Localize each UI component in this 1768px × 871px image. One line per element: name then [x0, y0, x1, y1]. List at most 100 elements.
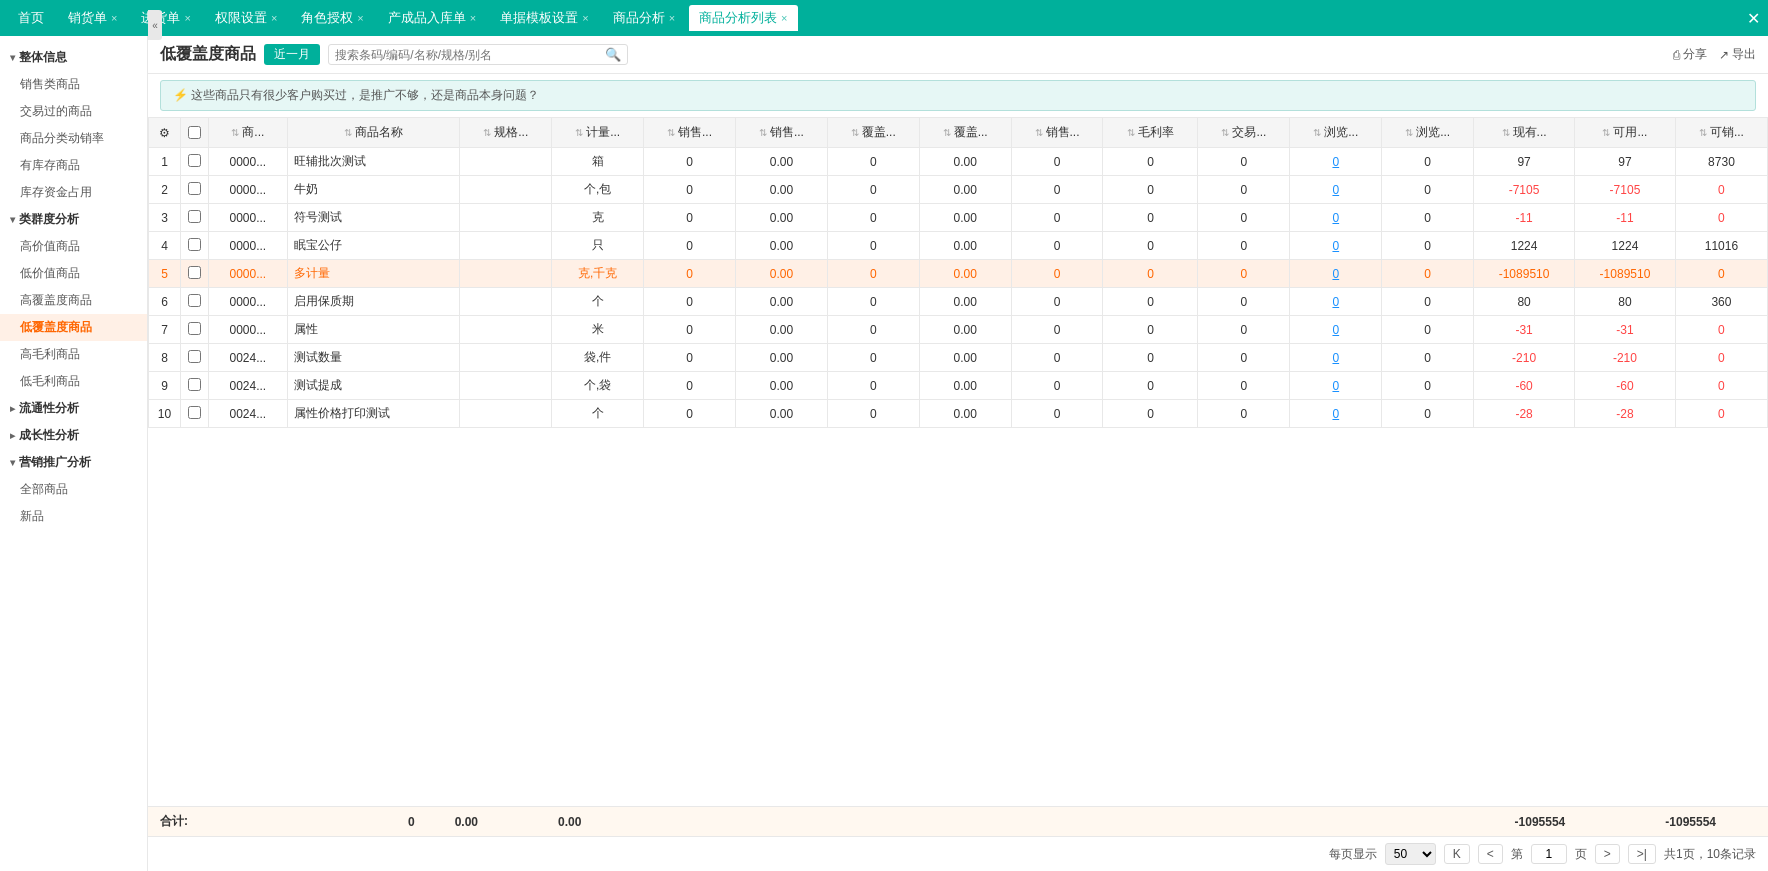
view1-link[interactable]: 0	[1332, 379, 1339, 393]
cell-checkbox[interactable]	[181, 204, 209, 232]
sidebar-item-stock-capital[interactable]: 库存资金占用	[0, 179, 147, 206]
cell-view1[interactable]: 0	[1290, 400, 1382, 428]
sidebar-item-stocked-goods[interactable]: 有库存商品	[0, 152, 147, 179]
search-input[interactable]	[335, 48, 605, 62]
col-margin[interactable]: ⇅毛利率	[1103, 118, 1198, 148]
sidebar-item-high-coverage[interactable]: 高覆盖度商品	[0, 287, 147, 314]
cell-view1[interactable]: 0	[1290, 260, 1382, 288]
sidebar-item-low-coverage[interactable]: 低覆盖度商品	[0, 314, 147, 341]
cell-view1[interactable]: 0	[1290, 316, 1382, 344]
cell-checkbox[interactable]	[181, 148, 209, 176]
col-name[interactable]: ⇅商品名称	[287, 118, 460, 148]
cell-view1[interactable]: 0	[1290, 372, 1382, 400]
col-unit[interactable]: ⇅计量...	[552, 118, 644, 148]
table-container[interactable]: ⚙ ⇅商... ⇅商品名称 ⇅规格...	[148, 117, 1768, 806]
col-sales-qty[interactable]: ⇅销售...	[644, 118, 736, 148]
next-page-button[interactable]: >	[1595, 844, 1620, 864]
view1-link[interactable]: 0	[1332, 295, 1339, 309]
nav-tab-product[interactable]: 产成品入库单 ×	[378, 5, 486, 31]
view1-link[interactable]: 0	[1332, 211, 1339, 225]
col-code[interactable]: ⇅商...	[209, 118, 288, 148]
row-checkbox[interactable]	[188, 238, 201, 251]
sidebar-group-growth[interactable]: ▸ 成长性分析	[0, 422, 147, 449]
row-checkbox[interactable]	[188, 406, 201, 419]
page-number-input[interactable]	[1531, 844, 1567, 864]
close-icon[interactable]: ×	[357, 12, 363, 24]
nav-tab-analysis-list[interactable]: 商品分析列表 ×	[689, 5, 797, 31]
nav-tab-sales[interactable]: 销货单 ×	[58, 5, 127, 31]
nav-tab-home[interactable]: 首页	[8, 5, 54, 31]
filter-period-button[interactable]: 近一月	[264, 44, 320, 65]
cell-view1[interactable]: 0	[1290, 176, 1382, 204]
nav-tab-analysis[interactable]: 商品分析 ×	[603, 5, 685, 31]
cell-view1[interactable]: 0	[1290, 344, 1382, 372]
close-icon[interactable]: ×	[669, 12, 675, 24]
col-coverage2[interactable]: ⇅覆盖...	[919, 118, 1011, 148]
sidebar-group-overall[interactable]: ▾ 整体信息	[0, 44, 147, 71]
close-icon[interactable]: ×	[111, 12, 117, 24]
first-page-button[interactable]: K	[1444, 844, 1470, 864]
cell-view1[interactable]: 0	[1290, 288, 1382, 316]
sidebar-item-new-goods[interactable]: 新品	[0, 503, 147, 530]
sidebar-item-low-value[interactable]: 低价值商品	[0, 260, 147, 287]
col-available-stock[interactable]: ⇅可用...	[1575, 118, 1676, 148]
col-sellable[interactable]: ⇅可销...	[1675, 118, 1767, 148]
last-page-button[interactable]: >|	[1628, 844, 1656, 864]
row-checkbox[interactable]	[188, 378, 201, 391]
row-checkbox[interactable]	[188, 294, 201, 307]
share-button[interactable]: ⎙ 分享	[1673, 46, 1707, 63]
sidebar-group-marketing[interactable]: ▾ 营销推广分析	[0, 449, 147, 476]
view1-link[interactable]: 0	[1332, 267, 1339, 281]
close-icon[interactable]: ×	[184, 12, 190, 24]
close-icon[interactable]: ×	[582, 12, 588, 24]
view1-link[interactable]: 0	[1332, 351, 1339, 365]
cell-checkbox[interactable]	[181, 176, 209, 204]
sidebar-item-low-margin[interactable]: 低毛利商品	[0, 368, 147, 395]
cell-checkbox[interactable]	[181, 316, 209, 344]
sidebar-item-category-rate[interactable]: 商品分类动销率	[0, 125, 147, 152]
sidebar-item-high-margin[interactable]: 高毛利商品	[0, 341, 147, 368]
row-checkbox[interactable]	[188, 266, 201, 279]
sidebar-item-high-value[interactable]: 高价值商品	[0, 233, 147, 260]
cell-checkbox[interactable]	[181, 344, 209, 372]
close-icon[interactable]: ×	[271, 12, 277, 24]
cell-checkbox[interactable]	[181, 232, 209, 260]
cell-view1[interactable]: 0	[1290, 204, 1382, 232]
per-page-select[interactable]: 50 10 20 100	[1385, 843, 1436, 865]
view1-link[interactable]: 0	[1332, 183, 1339, 197]
col-sales-amt[interactable]: ⇅销售...	[735, 118, 827, 148]
col-sales-pct[interactable]: ⇅销售...	[1011, 118, 1103, 148]
cell-checkbox[interactable]	[181, 260, 209, 288]
col-view2[interactable]: ⇅浏览...	[1382, 118, 1474, 148]
select-all-checkbox[interactable]	[188, 126, 201, 139]
col-view1[interactable]: ⇅浏览...	[1290, 118, 1382, 148]
nav-tab-template[interactable]: 单据模板设置 ×	[490, 5, 598, 31]
row-checkbox[interactable]	[188, 154, 201, 167]
row-checkbox[interactable]	[188, 350, 201, 363]
col-transaction[interactable]: ⇅交易...	[1198, 118, 1290, 148]
close-icon[interactable]: ×	[781, 12, 787, 24]
col-spec[interactable]: ⇅规格...	[460, 118, 552, 148]
view1-link[interactable]: 0	[1332, 155, 1339, 169]
close-all-button[interactable]: ✕	[1747, 9, 1760, 28]
prev-page-button[interactable]: <	[1478, 844, 1503, 864]
sidebar-group-liquidity[interactable]: ▸ 流通性分析	[0, 395, 147, 422]
sidebar-item-sales-goods[interactable]: 销售类商品	[0, 71, 147, 98]
cell-view1[interactable]: 0	[1290, 232, 1382, 260]
col-checkbox[interactable]	[181, 118, 209, 148]
export-button[interactable]: ↗ 导出	[1719, 46, 1756, 63]
cell-checkbox[interactable]	[181, 288, 209, 316]
nav-tab-purchase[interactable]: 进货单 ×	[131, 5, 200, 31]
sidebar-group-cluster[interactable]: ▾ 类群度分析	[0, 206, 147, 233]
sidebar-toggle-button[interactable]: «	[148, 10, 162, 40]
cell-view1[interactable]: 0	[1290, 148, 1382, 176]
view1-link[interactable]: 0	[1332, 239, 1339, 253]
view1-link[interactable]: 0	[1332, 323, 1339, 337]
nav-tab-permission[interactable]: 权限设置 ×	[205, 5, 287, 31]
col-current-stock[interactable]: ⇅现有...	[1474, 118, 1575, 148]
row-checkbox[interactable]	[188, 182, 201, 195]
search-icon[interactable]: 🔍	[605, 47, 621, 62]
nav-tab-role[interactable]: 角色授权 ×	[291, 5, 373, 31]
row-checkbox[interactable]	[188, 322, 201, 335]
row-checkbox[interactable]	[188, 210, 201, 223]
